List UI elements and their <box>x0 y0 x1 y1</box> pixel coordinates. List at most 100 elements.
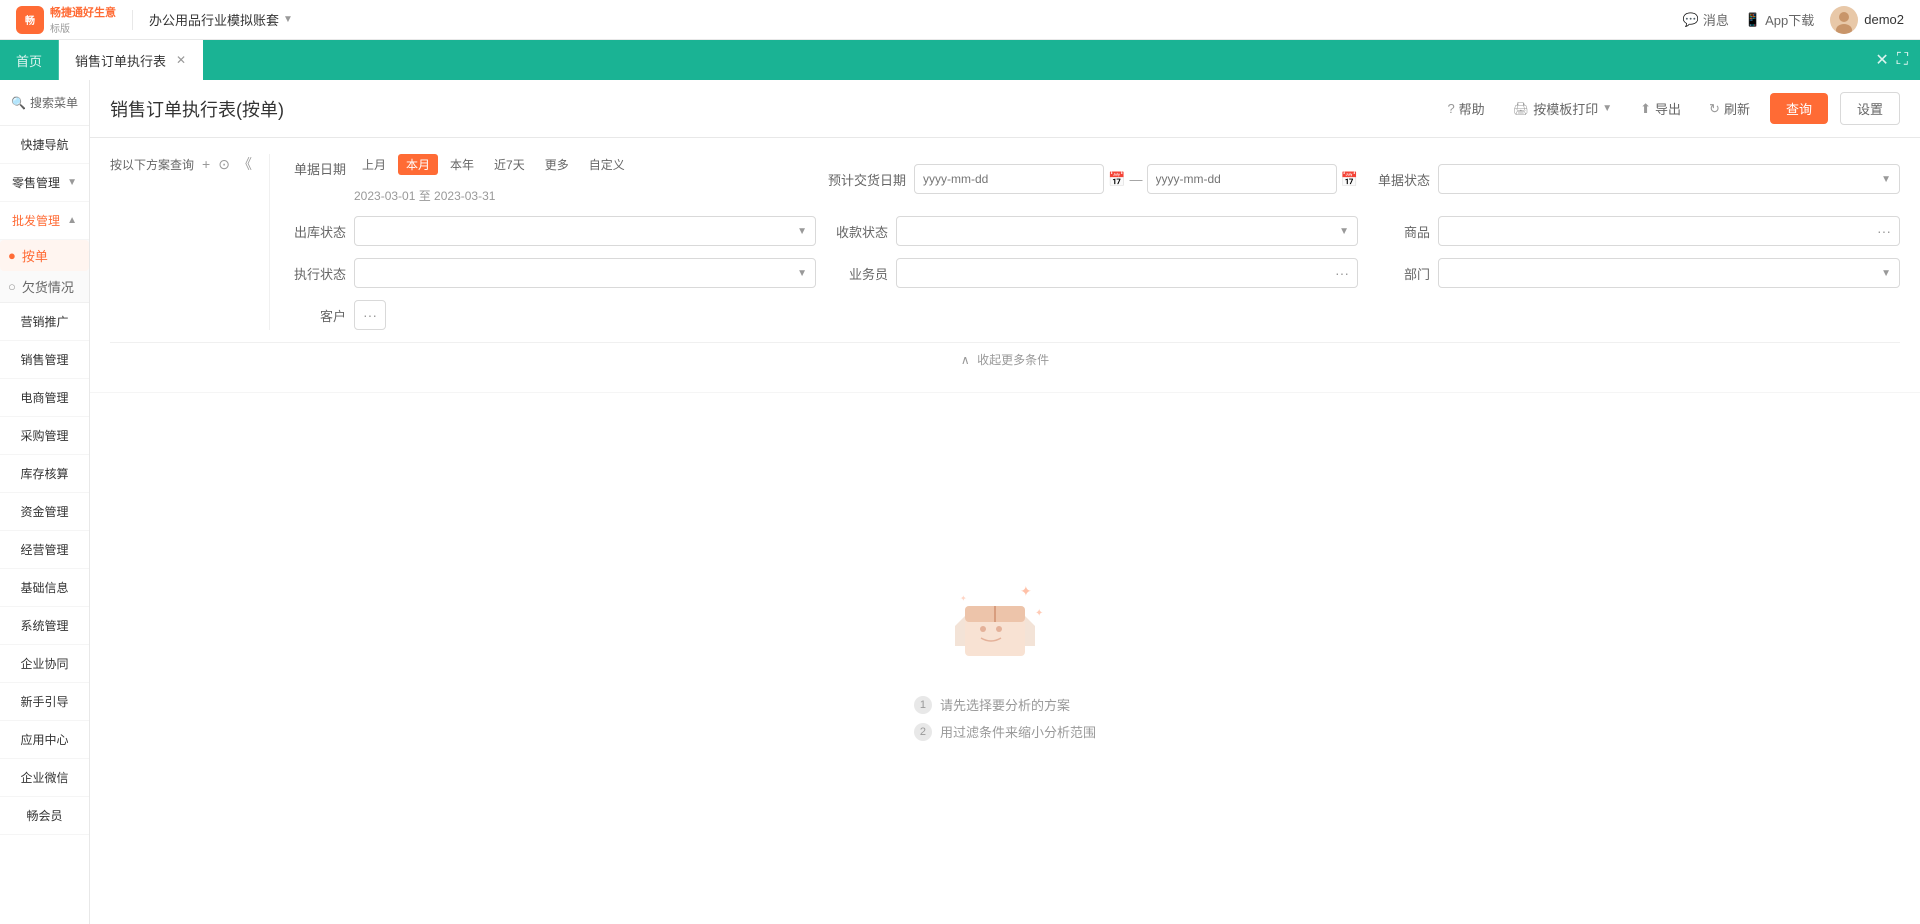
doc-status-field: 单据状态 ▼ <box>1370 154 1900 204</box>
sidebar-item-wecom[interactable]: 企业微信 <box>0 759 89 797</box>
tab-expand-btn[interactable]: ⛶ <box>1897 51 1908 69</box>
date-tab-this-year[interactable]: 本年 <box>442 154 482 175</box>
date-range-text: 2023-03-01 至 2023-03-31 <box>286 187 816 204</box>
expected-date-end[interactable] <box>1147 164 1337 194</box>
tab-bar-actions: ✕ ⛶ <box>1863 40 1920 80</box>
header-right: 💬 消息 📱 App下载 demo2 <box>1683 6 1904 34</box>
customer-field: 客户 ··· <box>286 300 386 330</box>
sidebar-item-wholesale[interactable]: 批发管理 ▲ <box>0 202 89 240</box>
query-btn[interactable]: 查询 <box>1770 93 1828 124</box>
sidebar-item-ecommerce[interactable]: 电商管理 <box>0 379 89 417</box>
app-selector[interactable]: 办公用品行业模拟账套 ▼ <box>149 10 293 29</box>
sidebar-item-finance[interactable]: 资金管理 <box>0 493 89 531</box>
empty-illustration: ✦ ✦ ✦ <box>945 576 1065 679</box>
date-tab-custom[interactable]: 自定义 <box>581 154 633 175</box>
collapse-scheme-btn[interactable]: 《 <box>238 154 252 174</box>
collapse-caret-icon: ∧ <box>961 353 970 367</box>
salesman-more-icon[interactable]: ··· <box>1335 265 1349 281</box>
salesman-select[interactable]: ··· <box>896 258 1358 288</box>
filter-row-4: 客户 ··· <box>286 300 1900 330</box>
sidebar-search-area: 🔍 搜索菜单 <box>0 80 89 126</box>
chevron-down-icon: ▼ <box>67 177 77 188</box>
tab-close-all-btn[interactable]: ✕ <box>1875 50 1888 70</box>
sidebar-item-app-center[interactable]: 应用中心 <box>0 721 89 759</box>
collapse-bar[interactable]: ∧ 收起更多条件 <box>110 342 1900 376</box>
tab-sales-order[interactable]: 销售订单执行表 ✕ <box>59 40 203 80</box>
sidebar-item-enterprise[interactable]: 企业协同 <box>0 645 89 683</box>
edit-scheme-btn[interactable]: ⊙ <box>218 156 230 173</box>
expected-date-start[interactable] <box>914 164 1104 194</box>
avatar <box>1830 6 1858 34</box>
wholesale-sub-section: ● 按单 ○ 欠货情况 <box>0 240 89 303</box>
filter-row-1: 单据日期 上月 本月 本年 近7天 更多 自定义 <box>286 154 1900 204</box>
date-tab-this-month[interactable]: 本月 <box>398 154 438 175</box>
filter-main: 单据日期 上月 本月 本年 近7天 更多 自定义 <box>286 154 1900 330</box>
sidebar-item-newbie[interactable]: 新手引导 <box>0 683 89 721</box>
app-download-icon: 📱 <box>1745 12 1761 28</box>
date-field-top: 单据日期 上月 本月 本年 近7天 更多 自定义 <box>286 154 816 183</box>
page-actions: ? 帮助 🖨 按模板打印 ▼ ⬆ 导出 ↻ 刷新 查询 设置 <box>1439 92 1900 125</box>
page-title: 销售订单执行表(按单) <box>110 96 284 122</box>
sidebar-item-inventory[interactable]: 库存核算 <box>0 455 89 493</box>
out-status-chevron-icon: ▼ <box>797 226 807 237</box>
logo-area[interactable]: 畅 畅捷通好生意 标版 <box>16 4 116 35</box>
date-tabs: 上月 本月 本年 近7天 更多 自定义 <box>354 154 633 175</box>
user-area[interactable]: demo2 <box>1830 6 1904 34</box>
customer-select[interactable]: ··· <box>354 300 386 330</box>
chevron-up-icon: ▲ <box>67 215 77 226</box>
refresh-btn[interactable]: ↻ 刷新 <box>1701 95 1758 122</box>
sub-item-欠货情况[interactable]: ○ 欠货情况 <box>0 271 89 302</box>
print-btn[interactable]: 🖨 按模板打印 ▼ <box>1505 95 1620 122</box>
sidebar-item-purchase[interactable]: 采购管理 <box>0 417 89 455</box>
receipt-status-select[interactable]: ▼ <box>896 216 1358 246</box>
receipt-status-field: 收款状态 ▼ <box>828 216 1358 246</box>
message-btn[interactable]: 💬 消息 <box>1683 10 1729 29</box>
goods-select[interactable]: ··· <box>1438 216 1900 246</box>
sidebar-item-shortcuts[interactable]: 快捷导航 <box>0 126 89 164</box>
empty-tips: 1 请先选择要分析的方案 2 用过滤条件来缩小分析范围 <box>914 695 1096 741</box>
customer-more-icon[interactable]: ··· <box>363 307 377 323</box>
print-chevron-icon: ▼ <box>1602 103 1612 114</box>
top-header: 畅 畅捷通好生意 标版 办公用品行业模拟账套 ▼ 💬 消息 📱 App下载 de… <box>0 0 1920 40</box>
sidebar-item-member[interactable]: 畅会员 <box>0 797 89 835</box>
date-tab-more[interactable]: 更多 <box>537 154 577 175</box>
sidebar-item-system[interactable]: 系统管理 <box>0 607 89 645</box>
app-download-btn[interactable]: 📱 App下载 <box>1745 10 1814 29</box>
out-status-select[interactable]: ▼ <box>354 216 816 246</box>
tab-home[interactable]: 首页 <box>0 40 59 80</box>
tab-close-icon[interactable]: ✕ <box>176 53 186 67</box>
date-field: 单据日期 上月 本月 本年 近7天 更多 自定义 <box>286 154 816 204</box>
exec-status-select[interactable]: ▼ <box>354 258 816 288</box>
page-header: 销售订单执行表(按单) ? 帮助 🖨 按模板打印 ▼ ⬆ 导出 ↻ 刷新 <box>90 80 1920 138</box>
department-select[interactable]: ▼ <box>1438 258 1900 288</box>
expected-date-range: 📅 — 📅 <box>914 164 1358 194</box>
sidebar-item-basic[interactable]: 基础信息 <box>0 569 89 607</box>
salesman-field: 业务员 ··· <box>828 258 1358 288</box>
sidebar-item-marketing[interactable]: 营销推广 <box>0 303 89 341</box>
date-tab-last-month[interactable]: 上月 <box>354 154 394 175</box>
message-icon: 💬 <box>1683 12 1699 28</box>
empty-tip-2: 2 用过滤条件来缩小分析范围 <box>914 722 1096 741</box>
sub-item-按单[interactable]: ● 按单 <box>0 240 89 271</box>
sidebar-search-btn[interactable]: 🔍 搜索菜单 <box>8 88 81 117</box>
sidebar-item-sales[interactable]: 销售管理 <box>0 341 89 379</box>
sidebar-item-retail[interactable]: 零售管理 ▼ <box>0 164 89 202</box>
help-btn[interactable]: ? 帮助 <box>1439 95 1492 122</box>
filter-scheme-sidebar: 按以下方案查询 + ⊙ 《 <box>110 154 270 330</box>
add-scheme-btn[interactable]: + <box>202 156 210 172</box>
refresh-icon: ↻ <box>1709 101 1720 117</box>
export-icon: ⬆ <box>1640 101 1651 117</box>
active-dot-icon: ● <box>8 248 16 263</box>
sidebar: 🔍 搜索菜单 快捷导航 零售管理 ▼ 批发管理 ▲ ● 按单 ○ 欠货情况 <box>0 80 90 924</box>
sidebar-item-operation[interactable]: 经营管理 <box>0 531 89 569</box>
settings-btn[interactable]: 设置 <box>1840 92 1900 125</box>
doc-status-select[interactable]: ▼ <box>1438 164 1900 194</box>
date-tab-7days[interactable]: 近7天 <box>486 154 533 175</box>
export-btn[interactable]: ⬆ 导出 <box>1632 95 1689 122</box>
print-icon: 🖨 <box>1513 101 1530 117</box>
svg-text:✦: ✦ <box>960 594 967 603</box>
empty-tip-1: 1 请先选择要分析的方案 <box>914 695 1096 714</box>
department-field: 部门 ▼ <box>1370 258 1900 288</box>
exec-status-field: 执行状态 ▼ <box>286 258 816 288</box>
goods-more-icon[interactable]: ··· <box>1877 223 1891 239</box>
